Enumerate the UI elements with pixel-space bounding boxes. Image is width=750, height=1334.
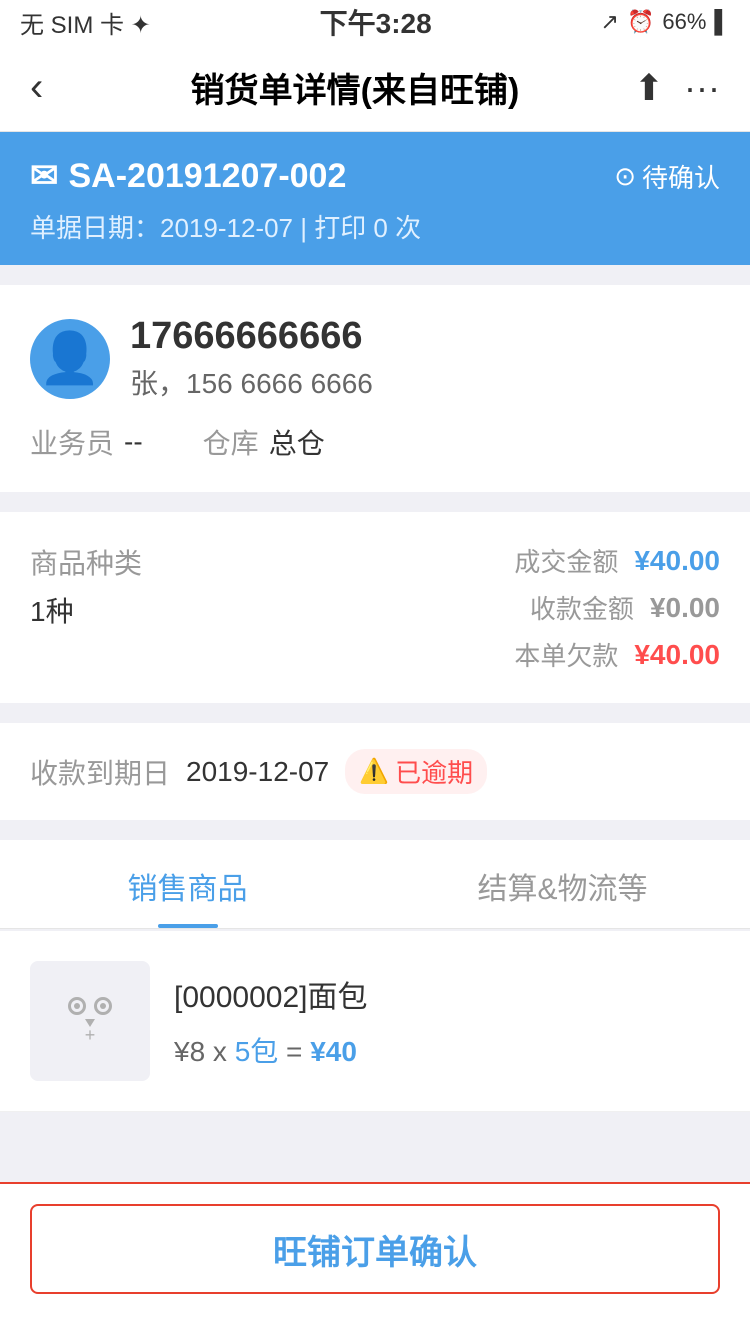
due-amount: ¥40.00	[634, 639, 720, 671]
warning-icon: ⚠️	[359, 757, 389, 786]
total-amount: ¥40	[310, 1036, 357, 1067]
summary-left: 商品种类 1种	[30, 542, 142, 630]
order-status-text: 待确认	[642, 158, 720, 195]
order-id-icon: ✉	[30, 156, 59, 196]
status-clock-icon: ⊙	[614, 161, 636, 192]
alarm-icon: ⏰	[627, 9, 654, 35]
battery-text: 66%	[662, 9, 706, 35]
tab-sales-products-label: 销售商品	[128, 873, 248, 906]
price-text: ¥8 x	[174, 1036, 235, 1067]
product-thumbnail: +	[30, 961, 150, 1081]
order-header-top: ✉ SA-20191207-002 ⊙ 待确认	[30, 156, 720, 196]
order-id: ✉ SA-20191207-002	[30, 156, 346, 196]
order-date: 单据日期：2019-12-07 | 打印 0 次	[30, 208, 720, 245]
more-icon[interactable]: ···	[684, 67, 720, 109]
due-label: 本单欠款	[514, 636, 618, 673]
status-right: ↗ ⏰ 66% ▌	[601, 9, 730, 35]
due-date-card: 收款到期日 2019-12-07 ⚠️ 已逾期	[0, 723, 750, 820]
tab-sales-products[interactable]: 销售商品	[0, 840, 375, 928]
location-icon: ↗	[601, 9, 619, 35]
deal-amount: ¥40.00	[634, 545, 720, 577]
category-label: 商品种类	[30, 542, 142, 582]
salesperson-item: 业务员 --	[30, 422, 143, 462]
salesperson-value: --	[124, 426, 143, 458]
due-row: 本单欠款 ¥40.00	[514, 636, 720, 673]
customer-phone: 17666666666	[130, 315, 373, 358]
order-status: ⊙ 待确认	[614, 158, 720, 195]
deal-row: 成交金额 ¥40.00	[514, 542, 720, 579]
person-icon: 👤	[39, 329, 101, 388]
nav-bar: ‹ 销货单详情(来自旺铺) ⬆ ···	[0, 44, 750, 132]
page-title: 销货单详情(来自旺铺)	[90, 63, 620, 112]
product-name: [0000002]面包	[174, 972, 720, 1016]
customer-card: 👤 17666666666 张，156 6666 6666 业务员 -- 仓库 …	[0, 285, 750, 492]
warehouse-value: 总仓	[269, 422, 325, 462]
receipt-label: 收款金额	[530, 589, 634, 626]
deal-label: 成交金额	[514, 542, 618, 579]
summary-card: 商品种类 1种 成交金额 ¥40.00 收款金额 ¥0.00 本单欠款 ¥40.…	[0, 512, 750, 703]
product-price: ¥8 x 5包 = ¥40	[174, 1030, 720, 1070]
confirm-order-button[interactable]: 旺铺订单确认	[30, 1204, 720, 1294]
confirm-order-label: 旺铺订单确认	[273, 1225, 477, 1274]
due-date-label: 收款到期日	[30, 752, 170, 792]
equals-text: =	[278, 1036, 310, 1067]
nav-actions: ⬆ ···	[620, 67, 720, 109]
receipt-row: 收款金额 ¥0.00	[530, 589, 720, 626]
share-icon[interactable]: ⬆	[634, 67, 664, 109]
signal-text: 无 SIM 卡 ✦	[20, 5, 151, 40]
avatar: 👤	[30, 319, 110, 399]
overdue-badge: ⚠️ 已逾期	[345, 749, 487, 794]
product-list: + [0000002]面包 ¥8 x 5包 = ¥40	[0, 931, 750, 1112]
receipt-amount: ¥0.00	[650, 592, 720, 624]
summary-right: 成交金额 ¥40.00 收款金额 ¥0.00 本单欠款 ¥40.00	[514, 542, 720, 673]
quantity-text: 5包	[235, 1036, 279, 1067]
customer-info: 17666666666 张，156 6666 6666	[130, 315, 373, 402]
battery-icon: ▌	[714, 9, 730, 35]
tab-settlement-label: 结算&物流等	[477, 873, 647, 906]
category-value: 1种	[30, 590, 142, 630]
main-content: ✉ SA-20191207-002 ⊙ 待确认 单据日期：2019-12-07 …	[0, 132, 750, 1272]
product-info: [0000002]面包 ¥8 x 5包 = ¥40	[174, 972, 720, 1070]
order-id-text: SA-20191207-002	[69, 157, 347, 196]
back-button[interactable]: ‹	[30, 65, 90, 110]
salesperson-label: 业务员	[30, 422, 114, 462]
status-bar: 无 SIM 卡 ✦ 下午3:28 ↗ ⏰ 66% ▌	[0, 0, 750, 44]
warehouse-label: 仓库	[203, 422, 259, 462]
customer-row: 👤 17666666666 张，156 6666 6666	[30, 315, 720, 402]
order-header: ✉ SA-20191207-002 ⊙ 待确认 单据日期：2019-12-07 …	[0, 132, 750, 265]
customer-meta: 业务员 -- 仓库 总仓	[30, 422, 720, 462]
due-date-value: 2019-12-07	[186, 756, 329, 788]
bottom-bar: 旺铺订单确认	[0, 1182, 750, 1334]
owl-logo-icon: +	[68, 997, 112, 1046]
tabs-container: 销售商品 结算&物流等	[0, 840, 750, 929]
tab-settlement[interactable]: 结算&物流等	[375, 840, 750, 928]
customer-contact: 张，156 6666 6666	[130, 362, 373, 402]
table-row: + [0000002]面包 ¥8 x 5包 = ¥40	[0, 931, 750, 1112]
overdue-text: 已逾期	[395, 753, 473, 790]
status-time: 下午3:28	[320, 2, 432, 42]
warehouse-item: 仓库 总仓	[203, 422, 325, 462]
status-left: 无 SIM 卡 ✦	[20, 5, 151, 40]
